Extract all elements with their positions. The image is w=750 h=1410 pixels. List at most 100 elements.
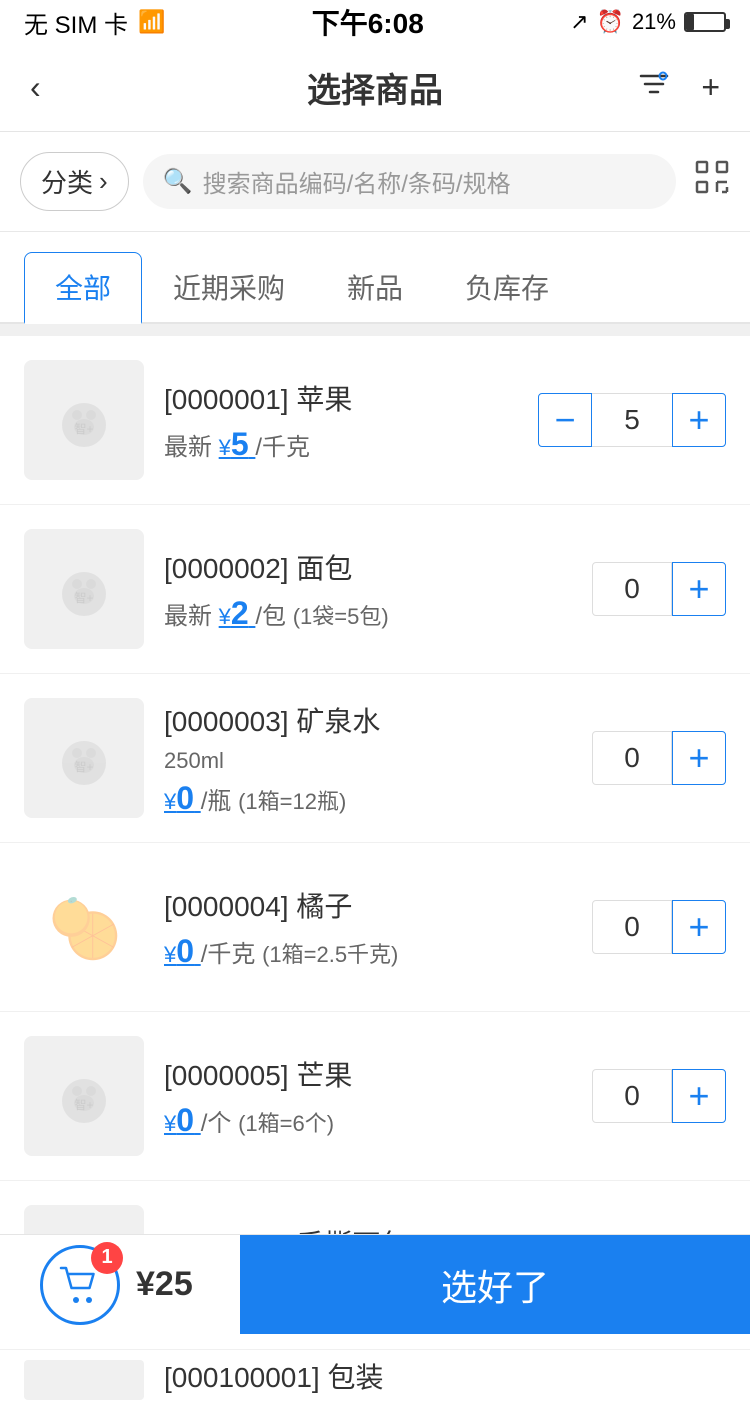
price-label: 最新 [164,434,219,461]
product-thumbnail: 智+ [24,529,144,649]
decrease-qty-button[interactable]: − [538,393,592,447]
product-name: [0000001] 苹果 [164,378,518,418]
product-price: ¥0 /个 (1箱=6个) [164,1102,572,1139]
wifi-icon: 📶 [138,9,165,35]
cart-icon [59,1266,101,1304]
product-item: 智+ [0000003] 矿泉水 250ml ¥0 /瓶 (1箱=12瓶) + [0,674,750,843]
product-item-partial: [000100001] 包装 [0,1350,750,1410]
product-info: [0000004] 橘子 ¥0 /千克 (1箱=2.5千克) [164,885,572,970]
price-spec: (1箱=12瓶) [238,789,346,814]
product-info: [0000002] 面包 最新 ¥2 /包 (1袋=5包) [164,547,572,632]
product-item: 智+ [0000001] 苹果 最新 ¥5 /千克 − + [0,336,750,505]
increase-qty-button[interactable]: + [672,562,726,616]
nav-bar: ‹ 选择商品 + [0,44,750,132]
svg-text:智+: 智+ [74,590,93,605]
cart-badge: 1 [91,1242,123,1274]
category-arrow: › [99,166,108,197]
price-label: 最新 [164,603,219,630]
price-unit: /千克 [255,434,310,461]
default-product-icon: 智+ [49,1061,119,1131]
tab-recent[interactable]: 近期采购 [142,252,316,322]
search-icon: 🔍 [163,167,193,196]
product-quantity-control: + [592,731,726,785]
search-placeholder: 搜索商品编码/名称/条码/规格 [203,164,511,199]
search-box[interactable]: 🔍 搜索商品编码/名称/条码/规格 [143,154,676,209]
alarm-icon: ⏰ [597,9,624,35]
cart-button[interactable]: 1 [40,1245,120,1325]
product-quantity-control: − + [538,393,726,447]
price-spec: (1袋=5包) [293,604,389,629]
section-divider [0,324,750,336]
default-product-icon: 智+ [49,554,119,624]
cart-total: ¥25 [136,1265,193,1304]
svg-text:智+: 智+ [74,759,93,774]
price-value: ¥0 [164,1110,201,1137]
product-info: [0000001] 苹果 最新 ¥5 /千克 [164,378,518,463]
increase-qty-button[interactable]: + [672,731,726,785]
battery-percent: 21% [632,9,676,35]
increase-qty-button[interactable]: + [672,1069,726,1123]
qty-input[interactable] [592,562,672,616]
tab-negative[interactable]: 负库存 [434,252,580,322]
product-name-partial: [000100001] 包装 [164,1356,384,1396]
back-button[interactable]: ‹ [30,69,41,106]
tab-all[interactable]: 全部 [24,252,142,324]
product-name: [0000005] 芒果 [164,1054,572,1094]
product-spec: 250ml [164,748,572,774]
price-value: ¥5 [219,434,256,461]
filter-icon[interactable] [637,67,671,109]
qty-input[interactable] [592,900,672,954]
status-left: 无 SIM 卡 📶 [24,5,165,40]
price-spec: (1箱=2.5千克) [262,942,398,967]
default-product-icon: 智+ [49,385,119,455]
product-info: [0000003] 矿泉水 250ml ¥0 /瓶 (1箱=12瓶) [164,700,572,817]
price-value: ¥2 [219,603,256,630]
tab-new[interactable]: 新品 [316,252,434,322]
product-quantity-control: + [592,562,726,616]
orange-image [49,892,119,962]
price-spec: (1箱=6个) [238,1111,334,1136]
price-unit: /包 [255,603,286,630]
confirm-button[interactable]: 选好了 [240,1235,750,1334]
qty-input[interactable] [592,731,672,785]
product-info: [0000005] 芒果 ¥0 /个 (1箱=6个) [164,1054,572,1139]
product-price: ¥0 /瓶 (1箱=12瓶) [164,780,572,817]
price-unit: /个 [201,1110,232,1137]
product-thumbnail [24,867,144,987]
status-bar: 无 SIM 卡 📶 下午6:08 ↗ ⏰ 21% [0,0,750,44]
product-thumbnail: 智+ [24,1036,144,1156]
tab-bar: 全部 近期采购 新品 负库存 [0,232,750,324]
cart-area: 1 ¥25 [0,1245,240,1325]
price-value: ¥0 [164,788,201,815]
status-right: ↗ ⏰ 21% [570,9,726,35]
price-value: ¥0 [164,941,201,968]
category-button[interactable]: 分类 › [20,152,129,211]
product-name: [0000004] 橘子 [164,885,572,925]
bottom-bar: 1 ¥25 选好了 [0,1234,750,1334]
add-button[interactable]: + [701,69,720,106]
qty-input[interactable] [592,1069,672,1123]
product-thumbnail: 智+ [24,360,144,480]
svg-text:智+: 智+ [74,421,93,436]
page-title: 选择商品 [307,63,443,112]
product-name: [0000002] 面包 [164,547,572,587]
increase-qty-button[interactable]: + [672,900,726,954]
qty-input[interactable] [592,393,672,447]
svg-text:智+: 智+ [74,1097,93,1112]
product-thumbnail-partial [24,1360,144,1400]
scan-icon[interactable] [694,159,730,204]
increase-qty-button[interactable]: + [672,393,726,447]
product-price: 最新 ¥5 /千克 [164,426,518,463]
product-item: 智+ [0000002] 面包 最新 ¥2 /包 (1袋=5包) + [0,505,750,674]
product-price: ¥0 /千克 (1箱=2.5千克) [164,933,572,970]
filter-bar: 分类 › 🔍 搜索商品编码/名称/条码/规格 [0,132,750,232]
battery-icon [684,12,726,32]
product-quantity-control: + [592,1069,726,1123]
location-icon: ↗ [570,9,588,35]
product-item: [0000004] 橘子 ¥0 /千克 (1箱=2.5千克) + [0,843,750,1012]
price-unit: /千克 [201,941,256,968]
product-name: [0000003] 矿泉水 [164,700,572,740]
status-time: 下午6:08 [312,2,424,42]
product-thumbnail: 智+ [24,698,144,818]
product-item: 智+ [0000005] 芒果 ¥0 /个 (1箱=6个) + [0,1012,750,1181]
